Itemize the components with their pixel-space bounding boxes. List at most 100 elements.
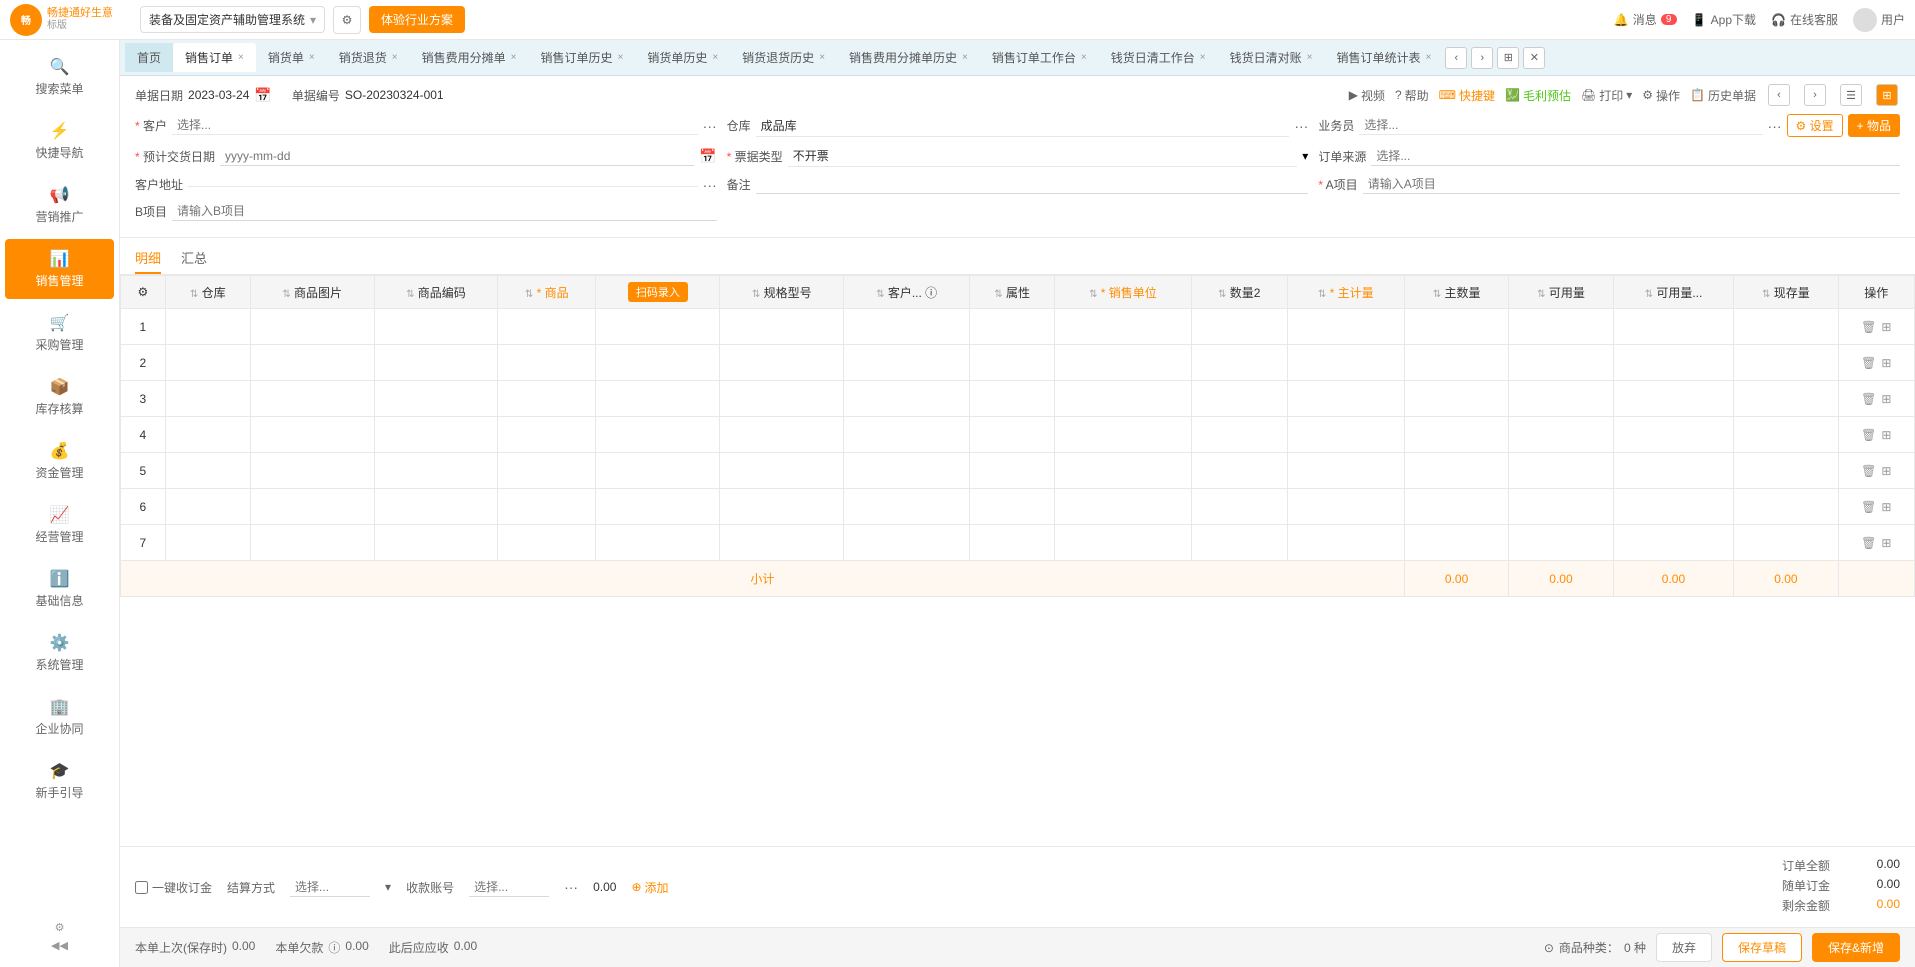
col-available[interactable]: ⇅ 可用量 bbox=[1509, 276, 1613, 309]
copy-icon[interactable]: ⊞ bbox=[1881, 500, 1891, 514]
notice-btn[interactable]: 🔔 消息 9 bbox=[1614, 11, 1677, 28]
industry-btn[interactable]: 体验行业方案 bbox=[369, 6, 465, 33]
tab-close-icon[interactable]: × bbox=[1200, 52, 1206, 63]
col-image[interactable]: ⇅ 商品图片 bbox=[250, 276, 374, 309]
col-attr[interactable]: ⇅ 属性 bbox=[970, 276, 1055, 309]
tab-sale[interactable]: 销货单 × bbox=[256, 43, 327, 72]
sidebar-settings[interactable]: ⚙ bbox=[55, 921, 65, 934]
delete-icon[interactable]: 🗑 bbox=[1861, 392, 1876, 406]
bank-input[interactable] bbox=[469, 878, 549, 897]
row-available[interactable] bbox=[1509, 309, 1613, 345]
aproject-input[interactable] bbox=[1363, 175, 1900, 194]
row-image[interactable] bbox=[250, 309, 374, 345]
row-unit[interactable] bbox=[1055, 309, 1192, 345]
tab-close-icon[interactable]: × bbox=[511, 52, 517, 63]
tab-detail[interactable]: 明细 bbox=[135, 243, 161, 274]
sidebar-item-guide[interactable]: 🎓 新手引导 bbox=[5, 751, 114, 811]
row-available2[interactable] bbox=[1613, 309, 1734, 345]
staff-input[interactable] bbox=[1364, 118, 1484, 132]
copy-icon[interactable]: ⊞ bbox=[1881, 464, 1891, 478]
tab-close-icon[interactable]: × bbox=[309, 52, 315, 63]
col-main-unit[interactable]: ⇅ * 主计量 bbox=[1287, 276, 1404, 309]
add-item-btn[interactable]: + 物品 bbox=[1848, 114, 1900, 137]
auto-check-checkbox[interactable] bbox=[135, 881, 148, 894]
delete-icon[interactable]: 🗑 bbox=[1861, 428, 1876, 442]
col-main-qty[interactable]: ⇅ 主数量 bbox=[1404, 276, 1508, 309]
tab-order-workbench[interactable]: 销售订单工作台 × bbox=[980, 43, 1099, 72]
system-selector[interactable]: 装备及固定资产辅助管理系统 ▾ bbox=[140, 6, 325, 33]
row-main-unit[interactable] bbox=[1287, 309, 1404, 345]
prev-record-btn[interactable]: ‹ bbox=[1768, 84, 1790, 106]
copy-icon[interactable]: ⊞ bbox=[1881, 320, 1891, 334]
tab-close-icon[interactable]: × bbox=[392, 52, 398, 63]
copy-icon[interactable]: ⊞ bbox=[1881, 392, 1891, 406]
pay-method-input[interactable] bbox=[290, 878, 370, 897]
tab-return[interactable]: 销货退货 × bbox=[327, 43, 410, 72]
col-customer[interactable]: ⇅ 客户... ⓘ bbox=[844, 276, 970, 309]
tab-close-icon[interactable]: × bbox=[1081, 52, 1087, 63]
sidebar-item-search[interactable]: 🔍 搜索菜单 bbox=[5, 47, 114, 107]
sidebar-item-operation[interactable]: 📈 经营管理 bbox=[5, 495, 114, 555]
col-code[interactable]: ⇅ 商品编码 bbox=[374, 276, 498, 309]
col-settings[interactable]: ⚙ bbox=[121, 276, 166, 309]
sidebar-item-system[interactable]: ⚙️ 系统管理 bbox=[5, 623, 114, 683]
delete-icon[interactable]: 🗑 bbox=[1861, 464, 1876, 478]
copy-icon[interactable]: ⊞ bbox=[1881, 428, 1891, 442]
row-current[interactable] bbox=[1734, 309, 1838, 345]
scan-btn[interactable]: 扫码录入 bbox=[628, 282, 688, 302]
delivery-input[interactable] bbox=[220, 147, 694, 166]
tab-close-icon[interactable]: × bbox=[819, 52, 825, 63]
row-attr[interactable] bbox=[970, 309, 1055, 345]
list-view-btn[interactable]: ☰ bbox=[1840, 84, 1862, 106]
staff-dots-icon[interactable]: ··· bbox=[1768, 118, 1782, 134]
warehouse-dots-icon[interactable]: ··· bbox=[1294, 118, 1308, 134]
tab-sale-history[interactable]: 销货单历史 × bbox=[635, 43, 730, 72]
remark-input[interactable] bbox=[756, 175, 1309, 194]
add-payment-btn[interactable]: ⊕ 添加 bbox=[631, 879, 668, 896]
customer-input[interactable] bbox=[177, 118, 297, 132]
tab-close-icon[interactable]: × bbox=[1425, 52, 1431, 63]
delete-icon[interactable]: 🗑 bbox=[1861, 500, 1876, 514]
print-btn[interactable]: 🖨 打印 ▾ bbox=[1581, 87, 1632, 104]
discard-btn[interactable]: 放弃 bbox=[1656, 933, 1712, 962]
invoice-dropdown-icon[interactable]: ▾ bbox=[1302, 149, 1308, 163]
card-view-btn[interactable]: ⊞ bbox=[1876, 84, 1898, 106]
bproject-input[interactable] bbox=[172, 202, 717, 221]
app-download-btn[interactable]: 📱 App下载 bbox=[1692, 11, 1756, 28]
tab-more-btn[interactable]: ⊞ bbox=[1497, 47, 1519, 69]
row-spec[interactable] bbox=[720, 309, 844, 345]
sidebar-item-inventory[interactable]: 📦 库存核算 bbox=[5, 367, 114, 427]
video-btn[interactable]: ▶ 视频 bbox=[1349, 87, 1385, 104]
copy-icon[interactable]: ⊞ bbox=[1881, 356, 1891, 370]
sidebar-item-finance[interactable]: 💰 资金管理 bbox=[5, 431, 114, 491]
col-warehouse[interactable]: ⇅ 仓库 bbox=[165, 276, 250, 309]
row-code[interactable] bbox=[374, 309, 498, 345]
row-warehouse[interactable] bbox=[165, 309, 250, 345]
sidebar-item-baseinfo[interactable]: ℹ️ 基础信息 bbox=[5, 559, 114, 619]
pay-method-arrow-icon[interactable]: ▾ bbox=[385, 880, 391, 894]
settings-btn[interactable]: ⚙ 设置 bbox=[1787, 114, 1843, 137]
profit-btn[interactable]: 💹 毛利预估 bbox=[1505, 87, 1571, 104]
tab-reconcile[interactable]: 钱货日清对账 × bbox=[1218, 43, 1325, 72]
save-new-btn[interactable]: 保存&新增 bbox=[1812, 933, 1900, 962]
delete-icon[interactable]: 🗑 bbox=[1861, 320, 1876, 334]
tab-order-history[interactable]: 销售订单历史 × bbox=[528, 43, 635, 72]
tab-summary[interactable]: 汇总 bbox=[181, 243, 207, 274]
history-btn[interactable]: 📋 历史单据 bbox=[1690, 87, 1756, 104]
tab-daily-workbench[interactable]: 钱货日清工作台 × bbox=[1099, 43, 1218, 72]
bank-dots-icon[interactable]: ··· bbox=[564, 879, 578, 895]
tab-expense[interactable]: 销售费用分摊单 × bbox=[410, 43, 529, 72]
help-btn[interactable]: ? 帮助 bbox=[1395, 87, 1429, 104]
next-record-btn[interactable]: › bbox=[1804, 84, 1826, 106]
col-scan[interactable]: 扫码录入 bbox=[596, 276, 720, 309]
tab-close-all-btn[interactable]: ✕ bbox=[1523, 47, 1545, 69]
tab-close-icon[interactable]: × bbox=[238, 52, 244, 63]
order-source-input[interactable] bbox=[1371, 147, 1900, 166]
col-available2[interactable]: ⇅ 可用量... bbox=[1613, 276, 1734, 309]
tab-order-stat[interactable]: 销售订单统计表 × bbox=[1324, 43, 1443, 72]
row-customer[interactable] bbox=[844, 309, 970, 345]
row-main-qty[interactable] bbox=[1404, 309, 1508, 345]
tab-expense-history[interactable]: 销售费用分摊单历史 × bbox=[837, 43, 980, 72]
settings-icon-btn[interactable]: ⚙ bbox=[333, 6, 361, 34]
save-draft-btn[interactable]: 保存草稿 bbox=[1722, 933, 1802, 962]
